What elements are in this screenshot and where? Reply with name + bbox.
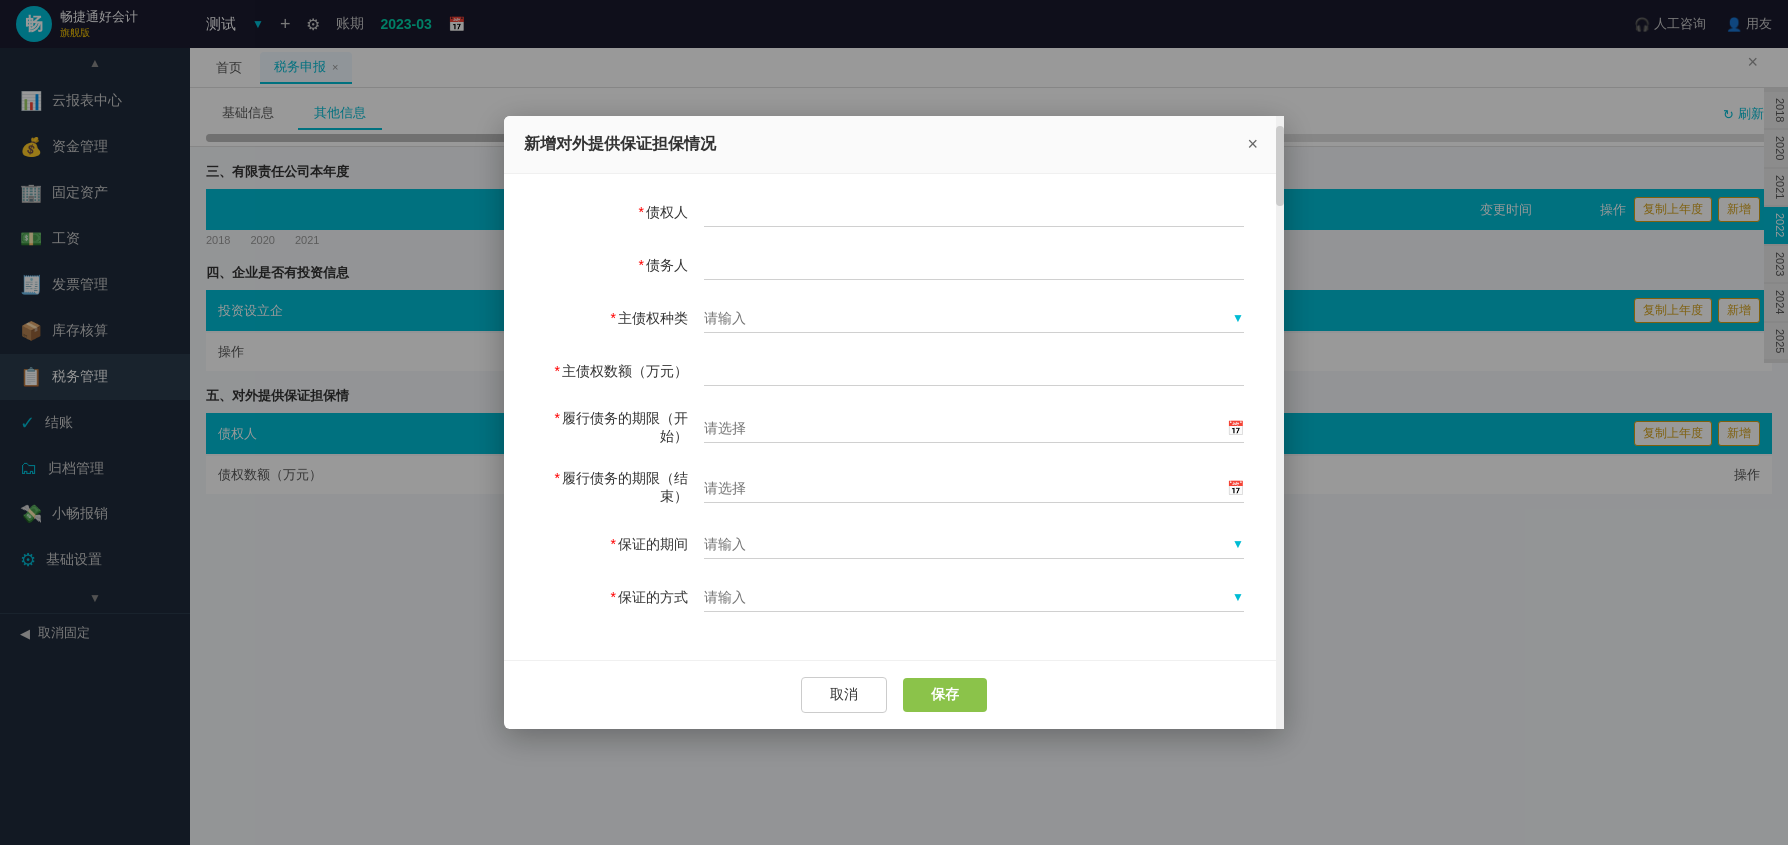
- period-start-label: *履行债务的期限（开始）: [544, 410, 704, 446]
- form-row-creditor: *债权人: [544, 198, 1244, 227]
- guarantee-period-label: *保证的期间: [544, 536, 704, 554]
- creditor-input[interactable]: [704, 198, 1244, 227]
- period-start-calendar-icon[interactable]: 📅: [1227, 420, 1244, 436]
- form-row-guarantee-period: *保证的期间 ▼: [544, 530, 1244, 559]
- period-start-input[interactable]: [704, 414, 1227, 442]
- guarantee-period-input[interactable]: [704, 530, 1232, 558]
- debtor-input[interactable]: [704, 251, 1244, 280]
- guarantee-period-dropdown-icon[interactable]: ▼: [1232, 537, 1244, 551]
- modal-title: 新增对外提供保证担保情况: [524, 134, 716, 155]
- debt-amount-label: *主债权数额（万元）: [544, 363, 704, 381]
- modal-overlay: 新增对外提供保证担保情况 × *债权人 *债务人 *: [0, 0, 1788, 845]
- creditor-label: *债权人: [544, 204, 704, 222]
- modal-body: *债权人 *债务人 *主债权种类 ▼: [504, 174, 1284, 660]
- form-row-debtor: *债务人: [544, 251, 1244, 280]
- modal-scrollbar-thumb: [1276, 126, 1284, 206]
- debtor-label: *债务人: [544, 257, 704, 275]
- modal: 新增对外提供保证担保情况 × *债权人 *债务人 *: [504, 116, 1284, 729]
- debt-amount-input[interactable]: [704, 357, 1244, 386]
- debt-type-dropdown-icon[interactable]: ▼: [1232, 311, 1244, 325]
- guarantee-method-dropdown-icon[interactable]: ▼: [1232, 590, 1244, 604]
- period-start-date: 📅: [704, 414, 1244, 443]
- guarantee-method-input[interactable]: [704, 583, 1232, 611]
- debt-type-label: *主债权种类: [544, 310, 704, 328]
- guarantee-method-select: ▼: [704, 583, 1244, 612]
- guarantee-period-select: ▼: [704, 530, 1244, 559]
- period-end-label: *履行债务的期限（结束）: [544, 470, 704, 506]
- modal-close-button[interactable]: ×: [1241, 132, 1264, 157]
- cancel-button[interactable]: 取消: [801, 677, 887, 713]
- period-end-date: 📅: [704, 474, 1244, 503]
- form-row-debt-type: *主债权种类 ▼: [544, 304, 1244, 333]
- period-end-input[interactable]: [704, 474, 1227, 502]
- form-row-period-end: *履行债务的期限（结束） 📅: [544, 470, 1244, 506]
- guarantee-method-label: *保证的方式: [544, 589, 704, 607]
- form-row-period-start: *履行债务的期限（开始） 📅: [544, 410, 1244, 446]
- save-button[interactable]: 保存: [903, 678, 987, 712]
- debt-type-select: ▼: [704, 304, 1244, 333]
- form-row-guarantee-method: *保证的方式 ▼: [544, 583, 1244, 612]
- form-row-debt-amount: *主债权数额（万元）: [544, 357, 1244, 386]
- debt-type-input[interactable]: [704, 304, 1232, 332]
- period-end-calendar-icon[interactable]: 📅: [1227, 480, 1244, 496]
- modal-scrollbar[interactable]: [1276, 116, 1284, 729]
- modal-header: 新增对外提供保证担保情况 ×: [504, 116, 1284, 174]
- modal-footer: 取消 保存: [504, 660, 1284, 729]
